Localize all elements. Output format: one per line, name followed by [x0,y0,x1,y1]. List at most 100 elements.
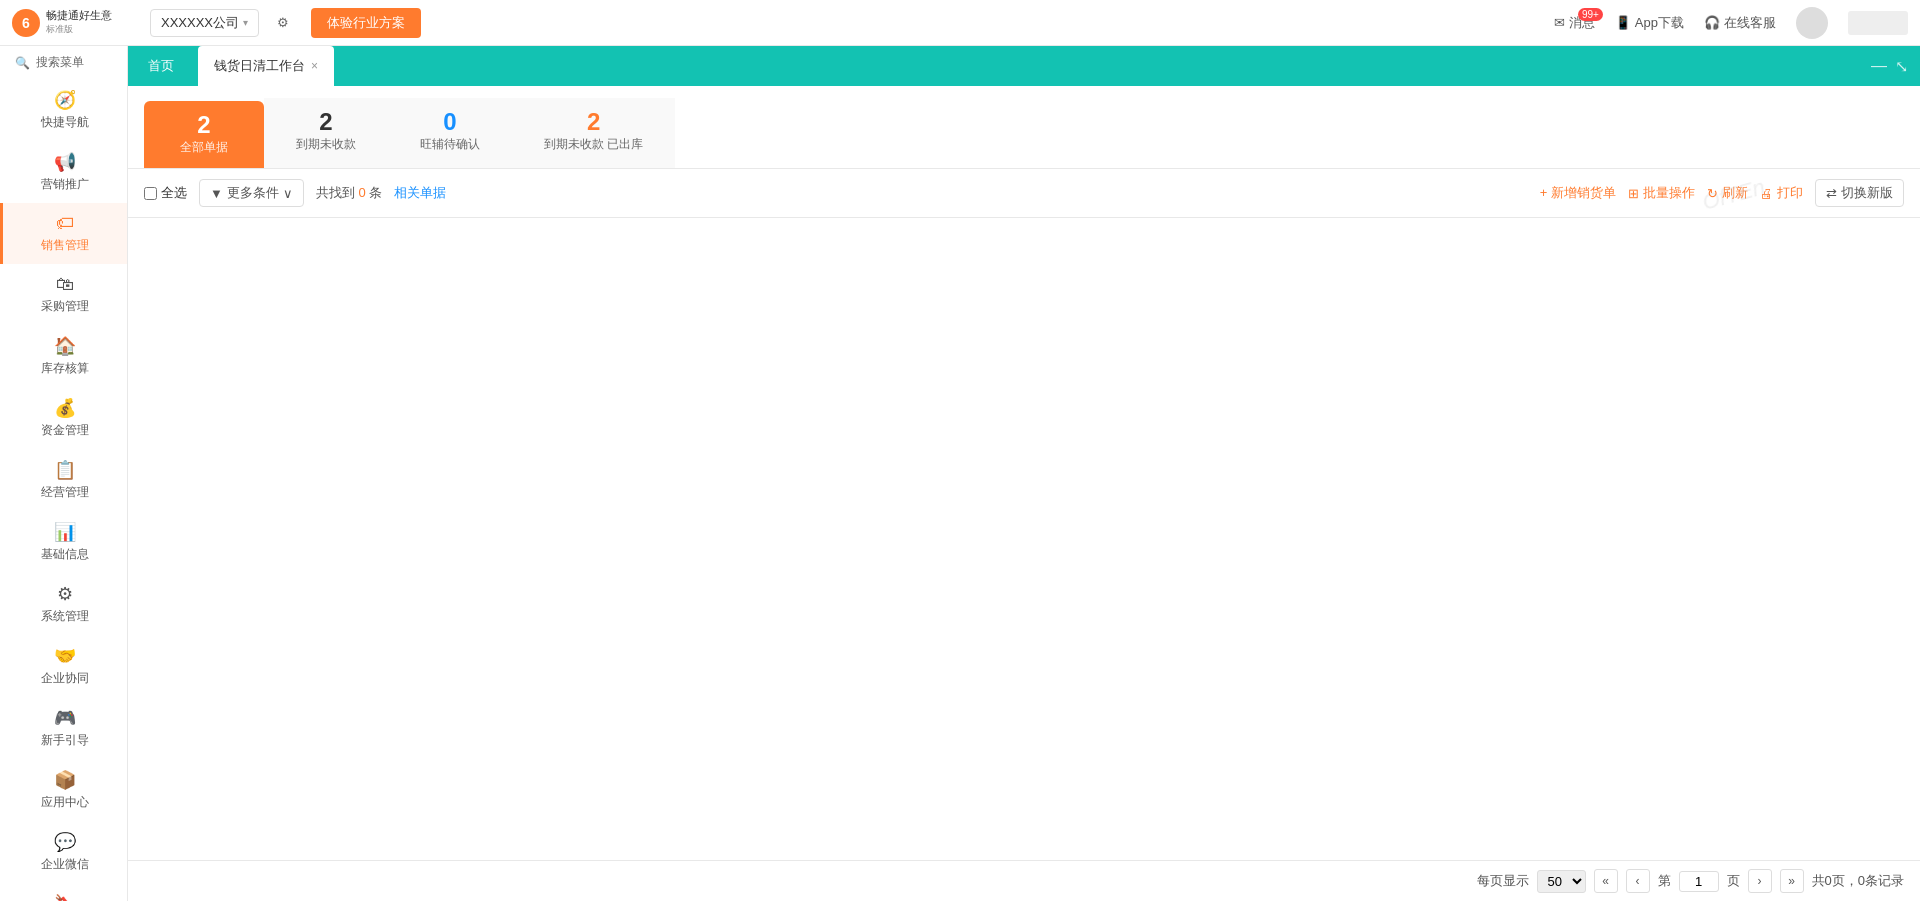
app-download-btn[interactable]: 📱 App下载 [1615,14,1684,32]
new-order-btn[interactable]: + 新增销货单 [1540,184,1616,202]
tab-label: 钱货日清工作台 [214,57,305,75]
logo-sub: 标准版 [46,23,112,36]
per-page-label: 每页显示 [1477,872,1529,890]
logo-icon: 6 [12,9,40,37]
related-link[interactable]: 相关单据 [394,184,446,202]
app-center-icon: 📦 [54,769,76,791]
refresh-label: 刷新 [1722,184,1748,202]
enterprise-coop-icon: 🤝 [54,645,76,667]
system-icon: ⚙ [57,583,73,605]
avatar[interactable] [1796,7,1828,39]
filter-btn[interactable]: ▼ 更多条件 ∨ [199,179,304,207]
online-support-btn[interactable]: 🎧 在线客服 [1704,14,1776,32]
operations-label: 经营管理 [41,484,89,501]
filter-icon: ▼ [210,186,223,201]
batch-btn[interactable]: ⊞ 批量操作 [1628,184,1695,202]
switch-label: 切换新版 [1841,184,1893,202]
select-all-label: 全选 [161,184,187,202]
basic-info-icon: 📊 [54,521,76,543]
stat-card-overdue[interactable]: 2 到期未收款 [264,98,388,168]
tab-actions: — ⤡ [1871,57,1920,76]
page-content: 2 全部单据 2 到期未收款 0 旺辅待确认 2 到期未收款 已出库 [128,86,1920,901]
page-input[interactable] [1679,871,1719,892]
user-name-area[interactable] [1848,11,1908,35]
message-icon: ✉ [1554,15,1565,30]
tab-close-icon[interactable]: × [311,59,318,73]
sidebar-item-sales[interactable]: 🏷 销售管理 [0,203,127,264]
stat-card-overdue-out[interactable]: 2 到期未收款 已出库 [512,98,675,168]
print-label: 打印 [1777,184,1803,202]
sidebar-item-beginner[interactable]: 🎮 新手引导 [0,697,127,759]
system-label: 系统管理 [41,608,89,625]
purchase-icon: 🛍 [56,274,74,295]
top-header: 6 畅捷通好生意 标准版 XXXXXX公司 ▾ ⚙ 体验行业方案 ✉ 消息 99… [0,0,1920,46]
stats-area: 2 全部单据 2 到期未收款 0 旺辅待确认 2 到期未收款 已出库 [128,86,1920,169]
company-selector[interactable]: XXXXXX公司 ▾ [150,9,259,37]
sidebar-item-enterprise-coop[interactable]: 🤝 企业协同 [0,635,127,697]
marketing-label: 营销推广 [41,176,89,193]
tab-minimize-icon[interactable]: — [1871,57,1887,75]
vip-icon: 🔖 [54,893,76,901]
sidebar-item-inventory[interactable]: 🏠 库存核算 [0,325,127,387]
sales-label: 销售管理 [41,237,89,254]
app-download-label: App下载 [1635,14,1684,32]
online-support-label: 在线客服 [1724,14,1776,32]
quick-nav-icon: 🧭 [54,89,76,111]
stat-number-overdue-out: 2 [587,108,600,136]
stat-label-all: 全部单据 [180,139,228,156]
header-right: ✉ 消息 99+ 📱 App下载 🎧 在线客服 [1554,7,1908,39]
marketing-icon: 📢 [54,151,76,173]
sidebar-item-enterprise-wechat[interactable]: 💬 企业微信 [0,821,127,883]
print-btn[interactable]: 🖨 打印 [1760,184,1803,202]
page-unit: 页 [1727,872,1740,890]
toolbar: 全选 ▼ 更多条件 ∨ 共找到 0 条 相关单据 + 新增销货单 [128,169,1920,218]
sidebar-item-finance[interactable]: 💰 资金管理 [0,387,127,449]
page-next-btn[interactable]: › [1748,869,1772,893]
switch-btn[interactable]: ⇄ 切换新版 [1815,179,1904,207]
support-icon: 🎧 [1704,15,1720,30]
sales-icon: 🏷 [56,213,74,234]
sidebar-item-basic-info[interactable]: 📊 基础信息 [0,511,127,573]
inventory-icon: 🏠 [54,335,76,357]
sidebar-item-app-center[interactable]: 📦 应用中心 [0,759,127,821]
finance-icon: 💰 [54,397,76,419]
main-layout: 🔍 搜索菜单 🧭 快捷导航 📢 营销推广 🏷 销售管理 🛍 采购管理 🏠 库存核… [0,46,1920,901]
tab-bar: 首页 钱货日清工作台 × — ⤡ [128,46,1920,86]
refresh-btn[interactable]: ↻ 刷新 [1707,184,1748,202]
stat-number-all: 2 [197,111,210,139]
tab-home[interactable]: 首页 [128,46,194,86]
select-all-checkbox[interactable]: 全选 [144,184,187,202]
trial-btn[interactable]: 体验行业方案 [311,8,421,38]
enterprise-wechat-icon: 💬 [54,831,76,853]
enterprise-coop-label: 企业协同 [41,670,89,687]
page-prev-btn[interactable]: ‹ [1626,869,1650,893]
search-icon: 🔍 [15,56,30,70]
stat-card-all[interactable]: 2 全部单据 [144,101,264,168]
tab-current[interactable]: 钱货日清工作台 × [198,46,334,86]
toolbar-right: + 新增销货单 ⊞ 批量操作 ↻ 刷新 🖨 打印 ⇄ [1540,179,1904,207]
message-btn[interactable]: ✉ 消息 99+ [1554,14,1595,32]
message-badge: 99+ [1578,8,1603,21]
sidebar-search[interactable]: 🔍 搜索菜单 [0,46,127,79]
search-label: 搜索菜单 [36,54,84,71]
settings-icon[interactable]: ⚙ [267,7,299,39]
logo-area: 6 畅捷通好生意 标准版 [12,9,140,37]
basic-info-label: 基础信息 [41,546,89,563]
stat-number-overdue: 2 [319,108,332,136]
sidebar-item-purchase[interactable]: 🛍 采购管理 [0,264,127,325]
select-all-input[interactable] [144,187,157,200]
beginner-label: 新手引导 [41,732,89,749]
beginner-icon: 🎮 [54,707,76,729]
stat-label-overdue: 到期未收款 [296,136,356,153]
sidebar-item-operations[interactable]: 📋 经营管理 [0,449,127,511]
per-page-select[interactable]: 50 [1537,870,1586,893]
content-area: 首页 钱货日清工作台 × — ⤡ 2 全部单据 2 到期未收款 [128,46,1920,901]
sidebar-item-vip[interactable]: 🔖 畅会员 [0,883,127,901]
stat-card-wangwang[interactable]: 0 旺辅待确认 [388,98,512,168]
sidebar-item-quick-nav[interactable]: 🧭 快捷导航 [0,79,127,141]
sidebar-item-system[interactable]: ⚙ 系统管理 [0,573,127,635]
tab-maximize-icon[interactable]: ⤡ [1895,57,1908,76]
sidebar-item-marketing[interactable]: 📢 营销推广 [0,141,127,203]
page-first-btn[interactable]: « [1594,869,1618,893]
page-last-btn[interactable]: » [1780,869,1804,893]
